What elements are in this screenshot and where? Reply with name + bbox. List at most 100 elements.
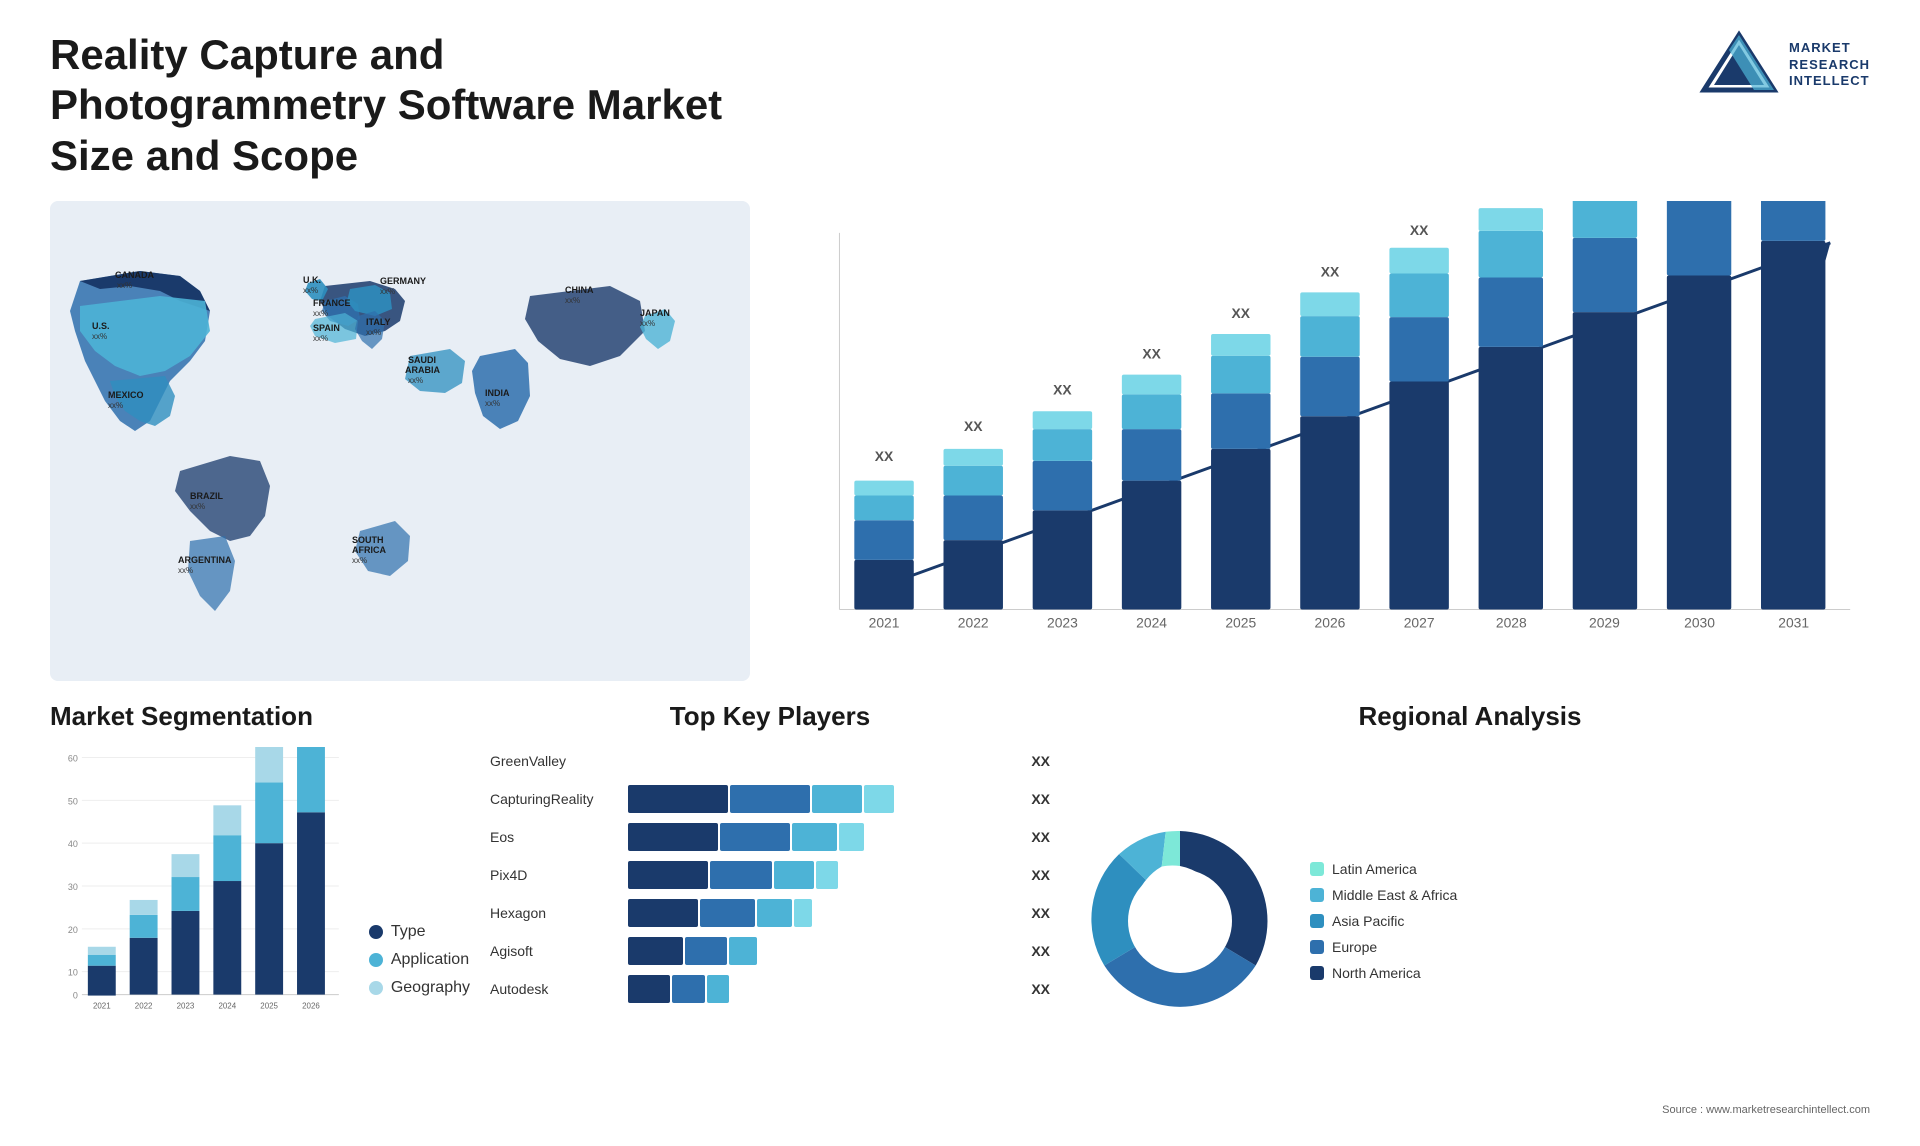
bar-seg2 (730, 785, 810, 813)
regional-title: Regional Analysis (1070, 701, 1870, 732)
bar-2028 (1479, 208, 1543, 609)
application-dot (369, 953, 383, 967)
bar-2021 (854, 481, 913, 610)
player-value: XX (1031, 981, 1050, 997)
bar-2022 (944, 449, 1003, 610)
svg-text:xx%: xx% (117, 281, 132, 290)
bar-seg1 (628, 861, 708, 889)
svg-text:2030: 2030 (1684, 614, 1715, 630)
player-name: Pix4D (490, 867, 620, 883)
world-map: CANADA xx% U.S. xx% MEXICO xx% BRAZIL xx… (50, 201, 750, 681)
type-label: Type (391, 923, 426, 941)
player-autodesk: Autodesk XX (490, 975, 1050, 1003)
svg-text:SPAIN: SPAIN (313, 323, 340, 333)
north-america-label: North America (1332, 965, 1421, 981)
bar-seg1 (628, 975, 670, 1003)
bar-seg1 (628, 937, 683, 965)
svg-text:XX: XX (875, 448, 894, 464)
bar-seg1 (628, 785, 728, 813)
svg-text:2023: 2023 (1047, 614, 1078, 630)
logo: MARKET RESEARCH INTELLECT (1699, 30, 1870, 100)
logo-text: MARKET RESEARCH INTELLECT (1789, 40, 1870, 91)
svg-text:2024: 2024 (1136, 614, 1167, 630)
players-title: Top Key Players (490, 701, 1050, 732)
svg-text:CHINA: CHINA (565, 285, 594, 295)
player-eos: Eos XX (490, 823, 1050, 851)
player-value: XX (1031, 753, 1050, 769)
legend-asia-pacific: Asia Pacific (1310, 913, 1457, 929)
legend-middle-east-africa: Middle East & Africa (1310, 887, 1457, 903)
svg-text:20: 20 (68, 925, 78, 935)
svg-text:xx%: xx% (352, 556, 367, 565)
middle-east-africa-dot (1310, 888, 1324, 902)
svg-text:2024: 2024 (218, 1002, 236, 1011)
player-pix4d: Pix4D XX (490, 861, 1050, 889)
svg-text:2028: 2028 (1496, 614, 1527, 630)
legend-application: Application (369, 951, 470, 969)
svg-text:SOUTH: SOUTH (352, 535, 384, 545)
svg-text:CANADA: CANADA (115, 270, 154, 280)
geography-dot (369, 981, 383, 995)
svg-text:GERMANY: GERMANY (380, 276, 426, 286)
page-title: Reality Capture and Photogrammetry Softw… (50, 30, 750, 181)
svg-text:40: 40 (68, 839, 78, 849)
svg-text:xx%: xx% (92, 332, 107, 341)
bar-seg1 (628, 823, 718, 851)
svg-text:2031: 2031 (1778, 614, 1809, 630)
bar-seg4 (864, 785, 894, 813)
legend-europe: Europe (1310, 939, 1457, 955)
bottom-row: Market Segmentation 60 50 40 30 20 (50, 701, 1870, 1116)
player-name: Eos (490, 829, 620, 845)
player-bar (628, 861, 1018, 889)
svg-text:2022: 2022 (958, 614, 989, 630)
bar-seg4 (794, 899, 812, 927)
svg-text:xx%: xx% (303, 286, 318, 295)
svg-text:xx%: xx% (565, 296, 580, 305)
svg-text:INDIA: INDIA (485, 388, 510, 398)
player-hexagon: Hexagon XX (490, 899, 1050, 927)
player-bar (628, 747, 1018, 775)
player-name: Agisoft (490, 943, 620, 959)
bar-seg2 (720, 823, 790, 851)
player-value: XX (1031, 829, 1050, 845)
player-bar (628, 937, 1018, 965)
bar-2027 (1389, 248, 1448, 610)
svg-text:2026: 2026 (302, 1002, 320, 1011)
bar-2023 (1033, 411, 1092, 609)
europe-label: Europe (1332, 939, 1377, 955)
geography-label: Geography (391, 979, 470, 997)
svg-text:AFRICA: AFRICA (352, 545, 386, 555)
segmentation-title: Market Segmentation (50, 701, 470, 732)
svg-text:xx%: xx% (313, 334, 328, 343)
svg-text:ARGENTINA: ARGENTINA (178, 555, 232, 565)
svg-text:2026: 2026 (1315, 614, 1346, 630)
svg-text:2021: 2021 (93, 1002, 111, 1011)
player-bar (628, 899, 1018, 927)
middle-east-africa-label: Middle East & Africa (1332, 887, 1457, 903)
player-bar (628, 823, 1018, 851)
bar-2024 (1122, 375, 1181, 610)
players-section: Top Key Players GreenValley XX Capturing… (490, 701, 1050, 1116)
bar-seg3 (792, 823, 837, 851)
svg-text:60: 60 (68, 754, 78, 764)
bar-seg2 (672, 975, 705, 1003)
svg-text:BRAZIL: BRAZIL (190, 491, 223, 501)
bar-seg4 (816, 861, 838, 889)
svg-text:XX: XX (964, 418, 983, 434)
svg-text:2025: 2025 (260, 1002, 278, 1011)
bar-2025 (1211, 334, 1270, 609)
player-value: XX (1031, 943, 1050, 959)
bar-seg1 (628, 899, 698, 927)
bar-2026 (1300, 293, 1359, 610)
svg-text:2025: 2025 (1225, 614, 1256, 630)
svg-text:xx%: xx% (108, 401, 123, 410)
source-text: Source : www.marketresearchintellect.com (1070, 1104, 1870, 1116)
segmentation-bar-chart: 60 50 40 30 20 10 0 (50, 747, 349, 1027)
bar-2029 (1573, 201, 1637, 609)
svg-text:JAPAN: JAPAN (640, 308, 670, 318)
svg-text:xx%: xx% (640, 319, 655, 328)
europe-dot (1310, 940, 1324, 954)
bar-seg3 (729, 937, 757, 965)
asia-pacific-label: Asia Pacific (1332, 913, 1404, 929)
bar-seg2 (710, 861, 772, 889)
